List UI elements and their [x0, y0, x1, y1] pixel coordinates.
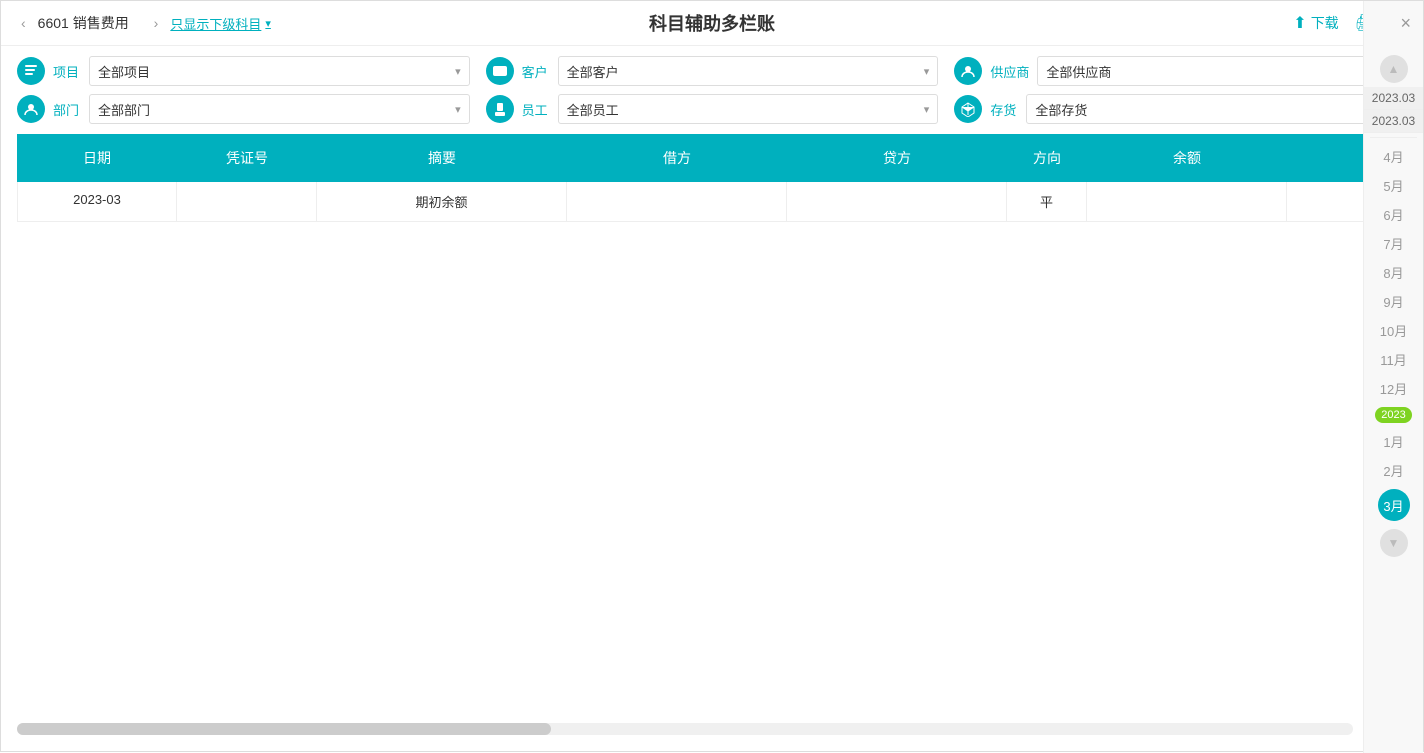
customer-icon [486, 57, 514, 85]
filter-employee: 员工 全部员工 ▾ [486, 94, 939, 124]
department-dropdown-icon: ▾ [455, 103, 461, 116]
filter-btn-label: 只显示下级科目 [170, 14, 261, 33]
col-voucher: 凭证号 [177, 134, 317, 182]
project-select-value: 全部项目 [98, 62, 150, 81]
department-icon [17, 95, 45, 123]
sidebar-up-button[interactable]: ▲ [1380, 55, 1408, 83]
right-sidebar: ▲ 2023.03 2023.03 4月 5月 6月 7月 8月 9月 10月 … [1363, 1, 1423, 753]
cell-voucher [177, 182, 317, 221]
col-date: 日期 [17, 134, 177, 182]
sidebar-period-2[interactable]: 2023.03 [1364, 110, 1423, 133]
table-row: 2023-03 期初余额 平 [17, 182, 1407, 222]
department-label: 部门 [53, 100, 81, 119]
inventory-label: 存货 [990, 100, 1018, 119]
scrollbar-thumb[interactable] [17, 723, 551, 735]
year-badge: 2023 [1375, 407, 1411, 423]
customer-label: 客户 [522, 62, 550, 81]
download-icon: ⬆ [1293, 13, 1306, 33]
employee-select[interactable]: 全部员工 ▾ [558, 94, 939, 124]
page-title: 科目辅助多栏账 [649, 10, 775, 36]
employee-label: 员工 [522, 100, 550, 119]
cell-summary: 期初余额 [317, 182, 567, 221]
col-credit: 贷方 [787, 134, 1007, 182]
sidebar-month-4[interactable]: 4月 [1364, 142, 1423, 171]
project-select[interactable]: 全部项目 ▾ [89, 56, 470, 86]
project-icon [17, 57, 45, 85]
sidebar-month-11[interactable]: 11月 [1364, 345, 1423, 374]
sidebar-month-9[interactable]: 9月 [1364, 287, 1423, 316]
sidebar-month-5[interactable]: 5月 [1364, 171, 1423, 200]
show-sub-accounts-button[interactable]: 只显示下级科目 ▾ [170, 14, 271, 33]
filter-inventory: 存货 全部存货 ▾ [954, 94, 1407, 124]
customer-select[interactable]: 全部客户 ▾ [558, 56, 939, 86]
sidebar-period-1[interactable]: 2023.03 [1364, 87, 1423, 110]
cell-credit [787, 182, 1007, 221]
project-dropdown-icon: ▾ [455, 65, 461, 78]
sidebar-month-2[interactable]: 2月 [1364, 456, 1423, 485]
supplier-select[interactable]: 全部供应商 ▾ [1037, 56, 1407, 86]
cell-debit [567, 182, 787, 221]
table-wrapper: 日期 凭证号 摘要 借方 贷方 方向 余额 2023-03 期初余额 平 [17, 134, 1407, 222]
sidebar-down-button[interactable]: ▼ [1380, 529, 1408, 557]
table-header: 日期 凭证号 摘要 借方 贷方 方向 余额 [17, 134, 1407, 182]
main-window: × ‹ 6601 销售费用 › 只显示下级科目 ▾ 科目辅助多栏账 ⬆ 下载 🖨… [0, 0, 1424, 752]
filter-department: 部门 全部部门 ▾ [17, 94, 470, 124]
filter-dropdown-icon: ▾ [265, 17, 271, 30]
close-button[interactable]: × [1400, 13, 1411, 34]
nav-next-button[interactable]: › [150, 15, 163, 31]
project-label: 项目 [53, 62, 81, 81]
col-summary: 摘要 [317, 134, 567, 182]
filter-project: 项目 全部项目 ▾ [17, 56, 470, 86]
account-code-label: 6601 销售费用 [30, 13, 150, 33]
customer-select-value: 全部客户 [567, 62, 619, 81]
sidebar-month-3-active[interactable]: 3月 [1378, 489, 1410, 521]
inventory-select[interactable]: 全部存货 ▾ [1026, 94, 1407, 124]
nav-prev-button[interactable]: ‹ [17, 15, 30, 31]
sidebar-month-12[interactable]: 12月 [1364, 374, 1423, 403]
supplier-select-value: 全部供应商 [1046, 62, 1111, 81]
filters-panel: 项目 全部项目 ▾ 客户 全部客户 ▾ 供应商 全部供应商 ▾ [1, 46, 1423, 134]
table-body: 2023-03 期初余额 平 [17, 182, 1407, 222]
cell-balance [1087, 182, 1287, 221]
sidebar-month-7[interactable]: 7月 [1364, 229, 1423, 258]
employee-dropdown-icon: ▾ [924, 103, 930, 116]
col-debit: 借方 [567, 134, 787, 182]
sidebar-month-1[interactable]: 1月 [1364, 427, 1423, 456]
filter-supplier: 供应商 全部供应商 ▾ [954, 56, 1407, 86]
customer-dropdown-icon: ▾ [924, 65, 930, 78]
department-select-value: 全部部门 [98, 100, 150, 119]
cell-direction: 平 [1007, 182, 1087, 221]
download-label: 下载 [1311, 13, 1339, 33]
sidebar-month-8[interactable]: 8月 [1364, 258, 1423, 287]
col-direction: 方向 [1007, 134, 1087, 182]
inventory-icon [954, 95, 982, 123]
col-balance: 余额 [1087, 134, 1287, 182]
department-select[interactable]: 全部部门 ▾ [89, 94, 470, 124]
employee-icon [486, 95, 514, 123]
inventory-select-value: 全部存货 [1035, 100, 1087, 119]
sidebar-month-10[interactable]: 10月 [1364, 316, 1423, 345]
filter-customer: 客户 全部客户 ▾ [486, 56, 939, 86]
sidebar-month-6[interactable]: 6月 [1364, 200, 1423, 229]
employee-select-value: 全部员工 [567, 100, 619, 119]
horizontal-scrollbar[interactable] [17, 723, 1353, 735]
supplier-icon [954, 57, 982, 85]
header: ‹ 6601 销售费用 › 只显示下级科目 ▾ 科目辅助多栏账 ⬆ 下载 🖨 打… [1, 1, 1423, 46]
supplier-label: 供应商 [990, 62, 1029, 81]
cell-date: 2023-03 [17, 182, 177, 221]
download-button[interactable]: ⬆ 下载 [1293, 13, 1338, 33]
